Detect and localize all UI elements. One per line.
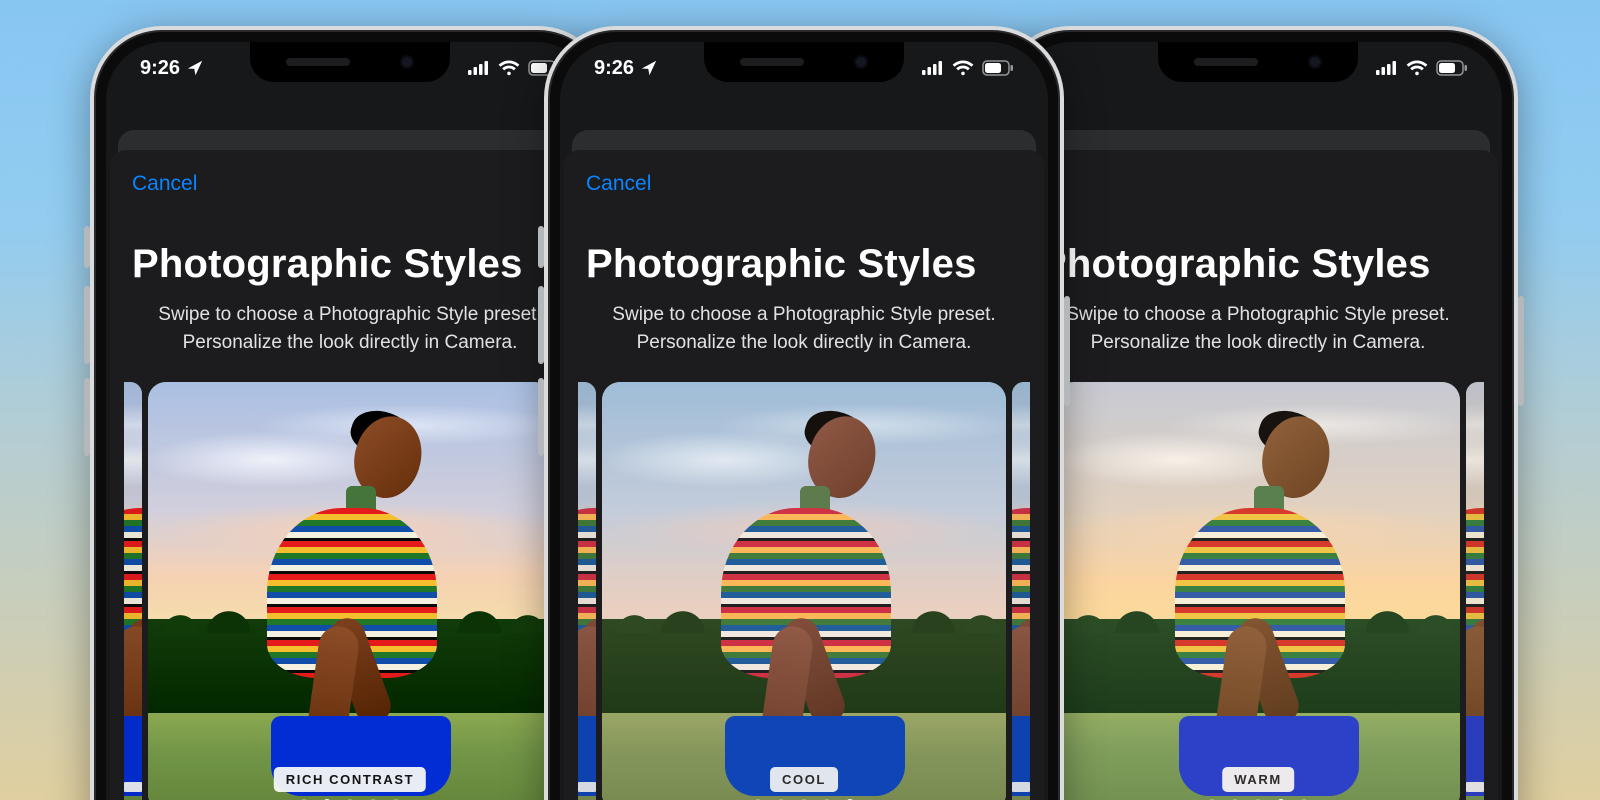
location-icon [640, 59, 658, 77]
modal-sheet: Photographic Styles Swipe to choose a Ph… [1018, 150, 1498, 800]
style-card[interactable]: WARM [1056, 382, 1460, 800]
style-name-badge [1012, 782, 1030, 792]
wifi-icon [952, 60, 974, 76]
style-card[interactable]: RICH CONTRAST [148, 382, 552, 800]
style-preview-photo: WARM [1056, 382, 1460, 800]
location-icon [186, 59, 204, 77]
page-title: Photographic Styles [586, 242, 1022, 287]
style-preview-photo [124, 382, 142, 800]
device-notch [1158, 42, 1358, 82]
style-preview-photo: COOL [602, 382, 1006, 800]
page-title: Photographic Styles [1040, 242, 1476, 287]
device-notch [704, 42, 904, 82]
modal-sheet: Cancel Photographic Styles Swipe to choo… [110, 150, 590, 800]
wifi-icon [498, 60, 520, 76]
style-name-badge [124, 782, 142, 792]
cellular-icon [922, 61, 944, 75]
style-name-badge: RICH CONTRAST [274, 767, 426, 792]
style-preview-photo [578, 382, 596, 800]
page-description: Swipe to choose a Photographic Style pre… [586, 301, 1022, 356]
style-carousel[interactable]: COOL [586, 382, 1022, 800]
iphone-frame: 9:26 Cancel Photographic Styles Swipe to… [544, 26, 1064, 800]
prev-style-peek[interactable] [578, 382, 596, 800]
style-preview-photo [1466, 382, 1484, 800]
modal-sheet: Cancel Photographic Styles Swipe to choo… [564, 150, 1044, 800]
page-title: Photographic Styles [132, 242, 568, 287]
style-name-badge: COOL [770, 767, 838, 792]
battery-icon [982, 60, 1014, 76]
next-style-peek[interactable] [1012, 382, 1030, 800]
style-carousel[interactable]: WARM [1040, 382, 1476, 800]
style-name-badge [578, 782, 596, 792]
battery-icon [1436, 60, 1468, 76]
style-name-badge [1466, 782, 1484, 792]
cellular-icon [1376, 61, 1398, 75]
cancel-button[interactable]: Cancel [132, 172, 568, 196]
status-time: 9:26 [140, 57, 180, 80]
wifi-icon [1406, 60, 1428, 76]
style-name-badge: WARM [1222, 767, 1294, 792]
style-preview-photo [1012, 382, 1030, 800]
cellular-icon [468, 61, 490, 75]
style-preview-photo: RICH CONTRAST [148, 382, 552, 800]
page-description: Swipe to choose a Photographic Style pre… [132, 301, 568, 356]
status-time: 9:26 [594, 57, 634, 80]
prev-style-peek[interactable] [124, 382, 142, 800]
style-carousel[interactable]: RICH CONTRAST [132, 382, 568, 800]
page-description: Swipe to choose a Photographic Style pre… [1040, 301, 1476, 356]
iphone-frame: 9:26 Cancel Photographic Styles Swipe to… [90, 26, 610, 800]
next-style-peek[interactable] [1466, 382, 1484, 800]
style-card[interactable]: COOL [602, 382, 1006, 800]
cancel-button[interactable]: Cancel [586, 172, 1022, 196]
iphone-frame: Photographic Styles Swipe to choose a Ph… [998, 26, 1518, 800]
device-notch [250, 42, 450, 82]
